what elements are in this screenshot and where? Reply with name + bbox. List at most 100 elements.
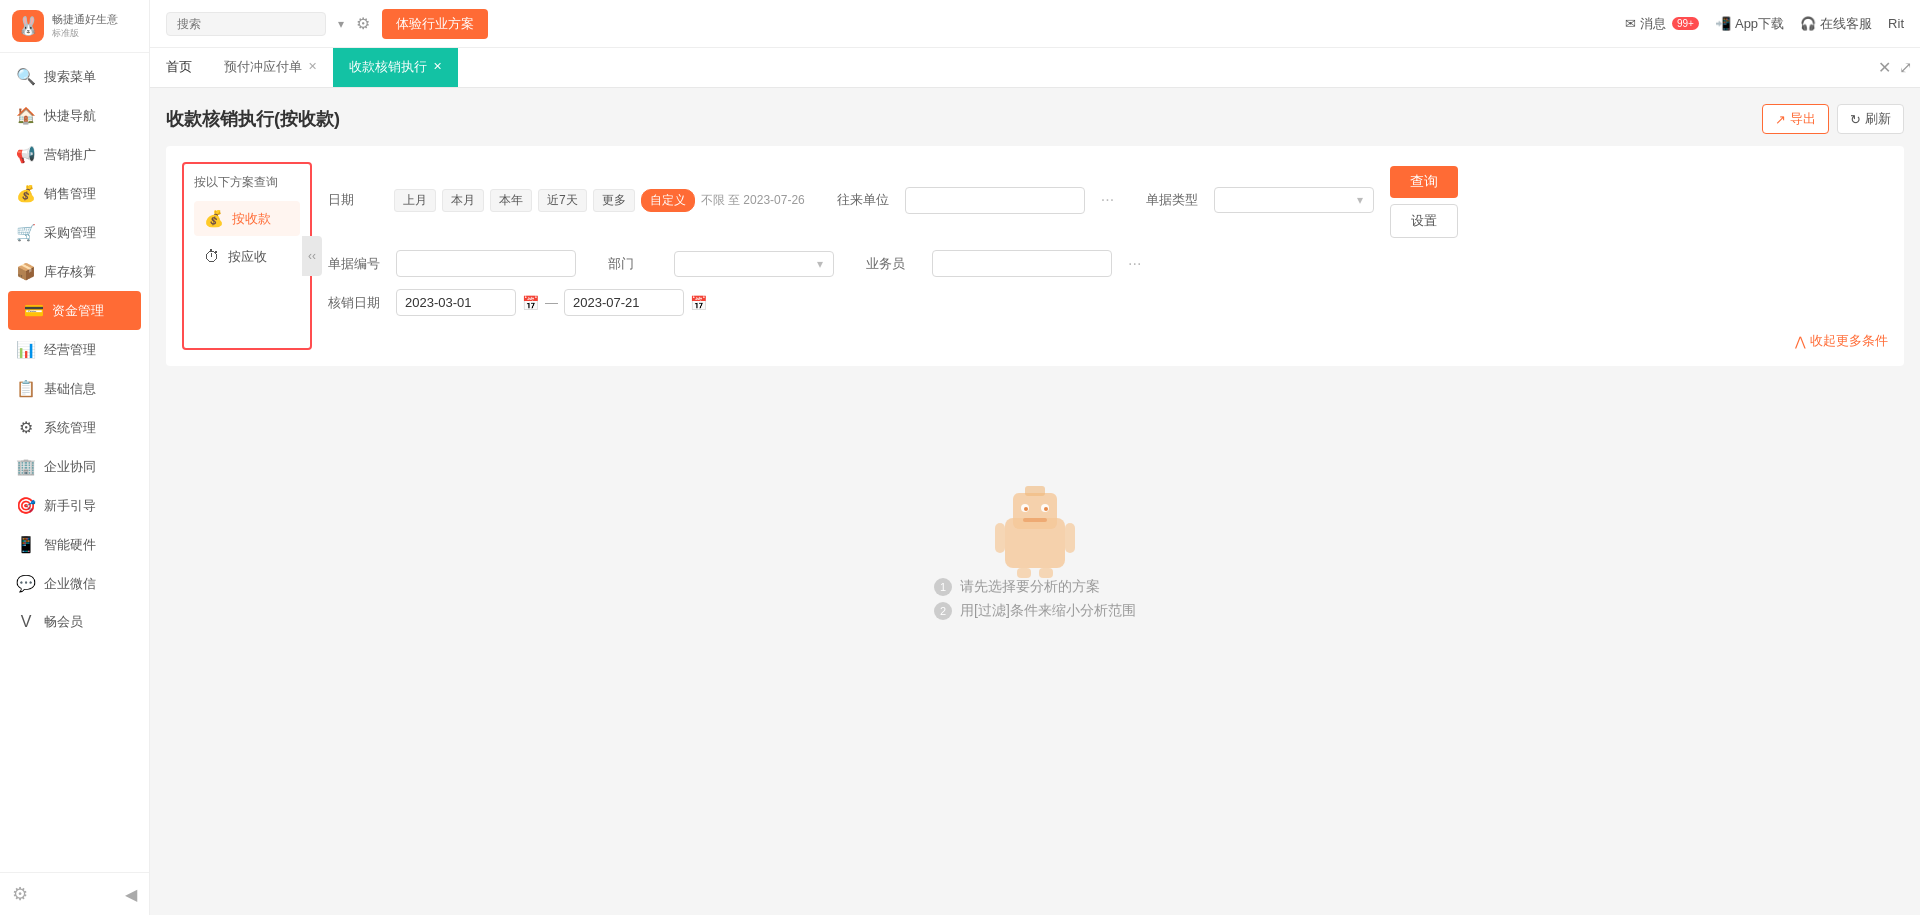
doc-no-label: 单据编号 xyxy=(328,255,380,273)
svg-rect-2 xyxy=(1025,486,1045,496)
sidebar-label-finance: 资金管理 xyxy=(52,302,104,320)
industry-solution-button[interactable]: 体验行业方案 xyxy=(382,9,488,39)
sidebar-item-inventory[interactable]: 📦 库存核算 xyxy=(0,252,149,291)
refresh-button[interactable]: ↻ 刷新 xyxy=(1837,104,1904,134)
sidebar-label-guide: 新手引导 xyxy=(44,497,96,515)
date-last-month[interactable]: 上月 xyxy=(394,189,436,212)
smarthw-icon: 📱 xyxy=(16,535,36,554)
sidebar-item-basicinfo[interactable]: 📋 基础信息 xyxy=(0,369,149,408)
staff-dots-icon[interactable]: ··· xyxy=(1128,255,1141,273)
sidebar-nav: 🔍 搜索菜单 🏠 快捷导航 📢 营销推广 💰 销售管理 🛒 采购管理 📦 库存核… xyxy=(0,53,149,872)
date-custom[interactable]: 自定义 xyxy=(641,189,695,212)
empty-illustration xyxy=(975,458,1095,578)
verify-date-range: 📅 — 📅 xyxy=(396,289,707,316)
logo-area: 🐰 畅捷通好生意 标准版 xyxy=(0,0,149,53)
logo-name: 畅捷通好生意 xyxy=(52,12,118,26)
collapse-panel-button[interactable]: ‹‹ xyxy=(302,236,322,276)
svg-rect-9 xyxy=(1065,523,1075,553)
system-icon: ⚙ xyxy=(16,418,36,437)
user-name[interactable]: Rit xyxy=(1888,16,1904,31)
svg-point-5 xyxy=(1024,507,1028,511)
verify-date-end-input[interactable] xyxy=(564,289,684,316)
tab-receipt-label: 收款核销执行 xyxy=(349,58,427,76)
verify-date-start-input[interactable] xyxy=(396,289,516,316)
tab-receipt-verify[interactable]: 收款核销执行 ✕ xyxy=(333,48,458,87)
collapse-more-button[interactable]: ⋀ 收起更多条件 xyxy=(1795,328,1888,350)
staff-input[interactable] xyxy=(932,250,1112,277)
sidebar-item-search[interactable]: 🔍 搜索菜单 xyxy=(0,57,149,96)
dept-select[interactable]: ▾ xyxy=(674,251,834,277)
doc-type-select[interactable]: ▾ xyxy=(1214,187,1374,213)
topbar-search-input[interactable] xyxy=(166,12,326,36)
date-this-year[interactable]: 本年 xyxy=(490,189,532,212)
tabbar: 首页 预付冲应付单 ✕ 收款核销执行 ✕ ✕ ⤢ xyxy=(150,48,1920,88)
sidebar-item-vip[interactable]: V 畅会员 xyxy=(0,603,149,641)
logo-text-group: 畅捷通好生意 标准版 xyxy=(52,12,118,39)
sidebar-item-purchase[interactable]: 🛒 采购管理 xyxy=(0,213,149,252)
collapse-sidebar-icon[interactable]: ◀ xyxy=(125,885,137,904)
date-range-text: 不限 至 2023-07-26 xyxy=(701,192,805,209)
online-service-button[interactable]: 🎧 在线客服 xyxy=(1800,15,1872,33)
app-label: App下载 xyxy=(1735,15,1784,33)
doc-type-label: 单据类型 xyxy=(1146,191,1198,209)
dept-arrow-icon: ▾ xyxy=(817,257,823,271)
tab-prepay-close-icon[interactable]: ✕ xyxy=(308,60,317,73)
tab-home-label: 首页 xyxy=(166,58,192,76)
filter-row-collapse: ⋀ 收起更多条件 xyxy=(328,328,1888,350)
page-actions: ↗ 导出 ↻ 刷新 xyxy=(1762,104,1904,134)
sidebar-label-inventory: 库存核算 xyxy=(44,263,96,281)
topbar-right: ✉ 消息 99+ 📲 App下载 🎧 在线客服 Rit xyxy=(1625,15,1904,33)
query-by-receivable[interactable]: ⏱ 按应收 xyxy=(194,240,300,274)
sidebar-label-basicinfo: 基础信息 xyxy=(44,380,96,398)
sidebar-item-sales[interactable]: 💰 销售管理 xyxy=(0,174,149,213)
receivable-icon: ⏱ xyxy=(204,248,220,266)
topbar-chevron-icon[interactable]: ▾ xyxy=(338,17,344,31)
sidebar-item-wecom[interactable]: 💬 企业微信 xyxy=(0,564,149,603)
vip-icon: V xyxy=(16,613,36,631)
topbar-gear-icon[interactable]: ⚙ xyxy=(356,14,370,33)
maximize-tab-icon[interactable]: ⤢ xyxy=(1899,58,1912,77)
receipt-icon: 💰 xyxy=(204,209,224,228)
date-7days[interactable]: 近7天 xyxy=(538,189,587,212)
sidebar-label-sales: 销售管理 xyxy=(44,185,96,203)
sidebar-label-smarthw: 智能硬件 xyxy=(44,536,96,554)
purchase-icon: 🛒 xyxy=(16,223,36,242)
staff-label: 业务员 xyxy=(866,255,916,273)
app-download-button[interactable]: 📲 App下载 xyxy=(1715,15,1784,33)
sidebar-item-finance[interactable]: 💳 资金管理 xyxy=(8,291,141,330)
verify-date-end-calendar-icon[interactable]: 📅 xyxy=(690,295,707,311)
hint-text-2: 用[过滤]条件来缩小分析范围 xyxy=(960,602,1136,620)
doc-no-input[interactable] xyxy=(396,250,576,277)
query-type-panel: 按以下方案查询 💰 按收款 ⏱ 按应收 ‹‹ xyxy=(182,162,312,350)
date-this-month[interactable]: 本月 xyxy=(442,189,484,212)
message-button[interactable]: ✉ 消息 99+ xyxy=(1625,15,1699,33)
close-tab-icon[interactable]: ✕ xyxy=(1878,58,1891,77)
sidebar-item-smarthw[interactable]: 📱 智能硬件 xyxy=(0,525,149,564)
verify-date-start-calendar-icon[interactable]: 📅 xyxy=(522,295,539,311)
message-icon: ✉ xyxy=(1625,16,1636,31)
query-button[interactable]: 查询 xyxy=(1390,166,1458,198)
sidebar-item-enterprise[interactable]: 🏢 企业协同 xyxy=(0,447,149,486)
sidebar-item-marketing[interactable]: 📢 营销推广 xyxy=(0,135,149,174)
filter-settings-button[interactable]: 设置 xyxy=(1390,204,1458,238)
sidebar-item-guide[interactable]: 🎯 新手引导 xyxy=(0,486,149,525)
partner-dots-icon[interactable]: ··· xyxy=(1101,191,1114,209)
tab-prepay[interactable]: 预付冲应付单 ✕ xyxy=(208,48,333,87)
sidebar-item-system[interactable]: ⚙ 系统管理 xyxy=(0,408,149,447)
date-more[interactable]: 更多 xyxy=(593,189,635,212)
filter-area: 按以下方案查询 💰 按收款 ⏱ 按应收 ‹‹ 日期 上月 本 xyxy=(166,146,1904,366)
export-button[interactable]: ↗ 导出 xyxy=(1762,104,1829,134)
svg-point-6 xyxy=(1044,507,1048,511)
settings-icon[interactable]: ⚙ xyxy=(12,883,28,905)
sidebar-item-operations[interactable]: 📊 经营管理 xyxy=(0,330,149,369)
query-by-receipt[interactable]: 💰 按收款 xyxy=(194,201,300,236)
tab-receipt-close-icon[interactable]: ✕ xyxy=(433,60,442,73)
tab-home[interactable]: 首页 xyxy=(150,48,208,87)
sidebar-label-search: 搜索菜单 xyxy=(44,68,96,86)
partner-input[interactable] xyxy=(905,187,1085,214)
query-type-title: 按以下方案查询 xyxy=(194,174,300,191)
filter-row-1: 日期 上月 本月 本年 近7天 更多 自定义 不限 至 2023-07-26 往… xyxy=(328,162,1888,238)
sidebar-label-system: 系统管理 xyxy=(44,419,96,437)
sidebar-item-quicknav[interactable]: 🏠 快捷导航 xyxy=(0,96,149,135)
inventory-icon: 📦 xyxy=(16,262,36,281)
